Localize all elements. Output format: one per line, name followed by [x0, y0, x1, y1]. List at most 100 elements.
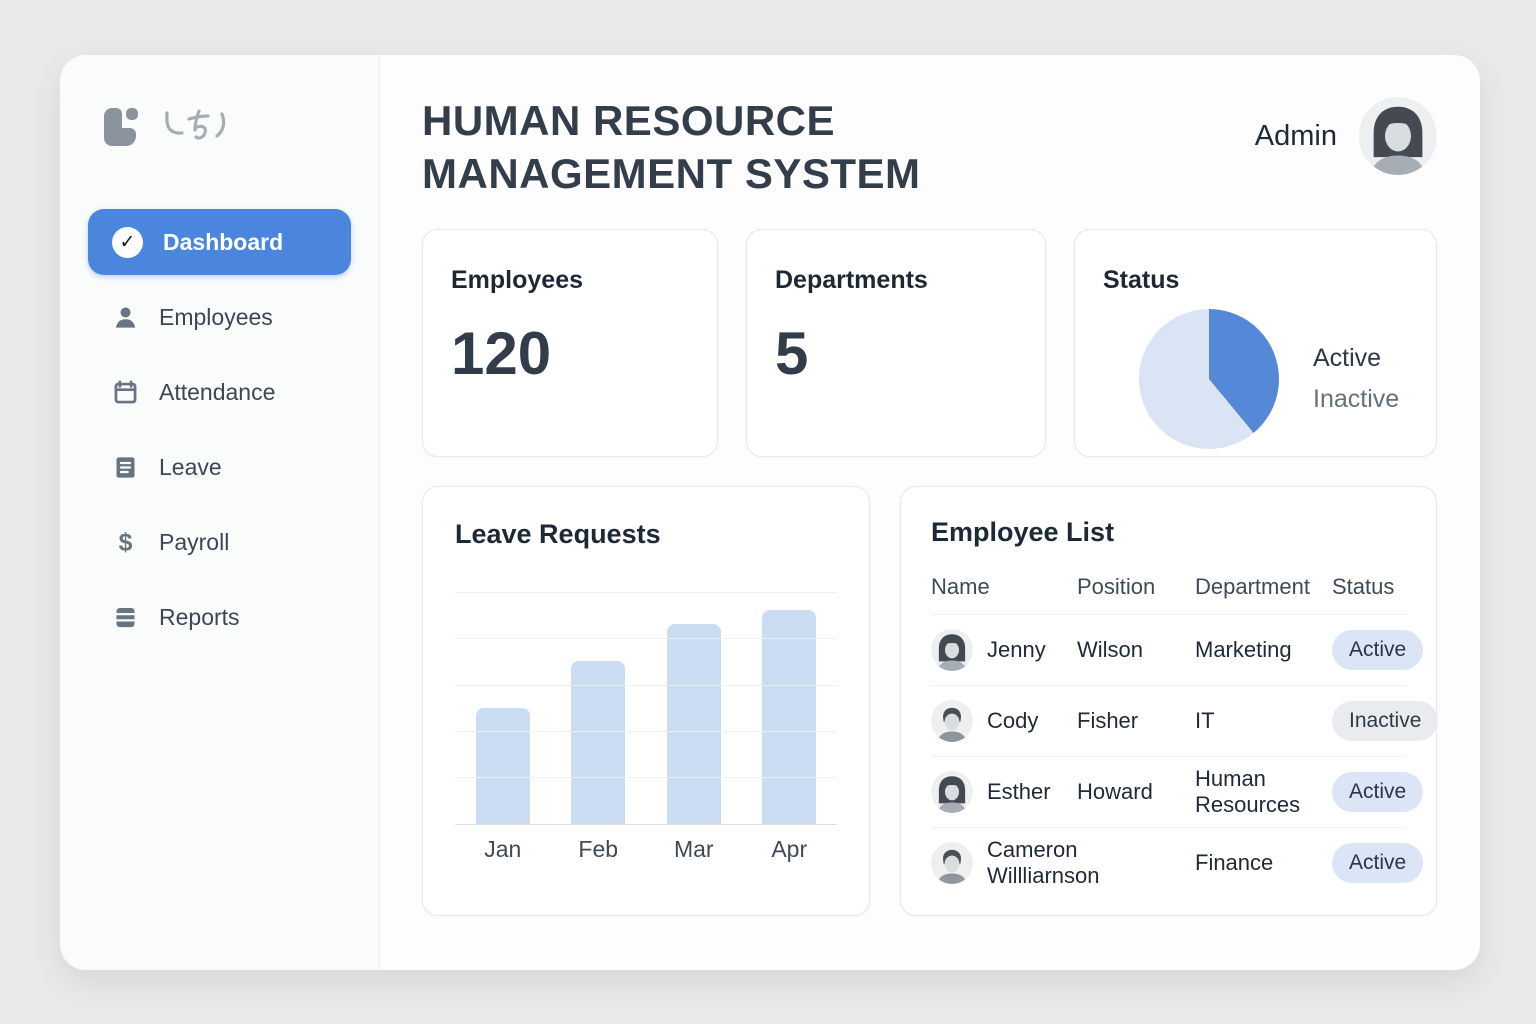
employee-department: Finance	[1195, 850, 1274, 876]
stats-row: Employees 120 Departments 5 Status Activ…	[422, 228, 1437, 457]
stat-value: 120	[451, 319, 552, 387]
sidebar-item-reports[interactable]: Reports	[88, 584, 351, 650]
document-list-icon	[112, 454, 139, 481]
sidebar-item-label: Dashboard	[163, 228, 284, 255]
sidebar-item-label: Payroll	[159, 528, 230, 555]
bar-cell	[742, 592, 838, 824]
table-body: Jenny Wilson Marketing Active Cody Fisher IT I…	[931, 615, 1439, 899]
leave-requests-card: Leave Requests Jan Feb Mar Apr	[422, 485, 870, 916]
gridline	[455, 777, 837, 779]
employees-stat-card: Employees 120	[422, 228, 718, 457]
employee-department: Human Resources	[1195, 765, 1301, 817]
woman-avatar	[931, 628, 973, 671]
bar-feb	[571, 661, 626, 824]
sidebar-item-label: Employees	[159, 303, 273, 330]
bar-cell	[646, 592, 742, 824]
x-tick-label: Mar	[673, 835, 714, 862]
gridline	[455, 823, 837, 825]
person-icon	[112, 304, 139, 331]
sidebar-nav: ✓ Dashboard Employees Attendance Leave $…	[88, 209, 351, 650]
bar-chart	[455, 591, 837, 825]
sidebar: ✓ Dashboard Employees Attendance Leave $…	[60, 55, 380, 970]
employee-department: Marketing	[1195, 636, 1292, 662]
bar-jan	[475, 707, 530, 824]
legend-item-inactive: Inactive	[1313, 384, 1400, 413]
bar-series	[455, 592, 837, 824]
calendar-icon	[112, 379, 139, 406]
bottom-row: Leave Requests Jan Feb Mar Apr Employee Lis…	[422, 485, 1439, 916]
gridline	[455, 684, 837, 686]
status-badge: Active	[1332, 771, 1424, 812]
bar-cell	[455, 592, 551, 824]
main-header: HUMAN RESOURCE MANAGEMENT SYSTEM Admin	[422, 95, 1437, 201]
man-avatar	[931, 699, 973, 742]
sidebar-item-dashboard[interactable]: ✓ Dashboard	[88, 209, 351, 275]
departments-stat-card: Departments 5	[746, 228, 1046, 457]
bar-chart-x-labels: Jan Feb Mar Apr	[455, 836, 837, 863]
x-tick-label: Feb	[578, 835, 619, 862]
pie-legend: Active Inactive	[1313, 344, 1399, 414]
x-tick-label: Apr	[771, 835, 808, 862]
column-header-position: Position	[1077, 573, 1156, 599]
leave-requests-title: Leave Requests	[455, 518, 661, 549]
svg-text:$: $	[119, 529, 133, 556]
sidebar-item-label: Reports	[159, 603, 240, 630]
legend-item-active: Active	[1313, 343, 1382, 372]
table-row[interactable]: Cameron Willliarnson Finance Active	[931, 828, 1424, 899]
sidebar-item-label: Leave	[159, 453, 222, 480]
logo	[98, 103, 351, 149]
column-header-name: Name	[931, 573, 990, 599]
logo-wordmark-icon	[158, 106, 238, 146]
sidebar-item-label: Attendance	[159, 378, 276, 405]
employee-position: Fisher	[1077, 707, 1139, 733]
user-name-label: Admin	[1254, 119, 1337, 152]
bar-cell	[551, 592, 647, 824]
employee-department: IT	[1195, 707, 1215, 733]
page-title: HUMAN RESOURCE MANAGEMENT SYSTEM	[422, 95, 921, 201]
page-title-line2: MANAGEMENT SYSTEM	[422, 149, 921, 197]
status-card: Status Active Inactive	[1074, 228, 1437, 457]
sidebar-item-attendance[interactable]: Attendance	[88, 359, 351, 425]
woman-avatar	[931, 770, 973, 813]
stat-label: Departments	[775, 265, 928, 294]
main-content: HUMAN RESOURCE MANAGEMENT SYSTEM Admin E…	[380, 55, 1480, 970]
employee-first-name: Cameron Willliarnson	[987, 837, 1100, 889]
gridline	[455, 731, 837, 732]
app-window: ✓ Dashboard Employees Attendance Leave $…	[60, 55, 1480, 970]
column-header-status: Status	[1332, 573, 1395, 599]
stat-label: Employees	[451, 265, 584, 294]
sidebar-item-employees[interactable]: Employees	[88, 284, 351, 350]
page-title-line1: HUMAN RESOURCE	[422, 97, 836, 144]
logo-block-icon	[98, 104, 142, 148]
employee-position: Howard	[1077, 778, 1153, 804]
bar-mar	[666, 624, 721, 824]
employee-list-title: Employee List	[931, 516, 1115, 547]
table-header: Name Position Department Status	[931, 574, 1406, 615]
check-circle-icon: ✓	[112, 226, 143, 258]
status-card-title: Status	[1103, 265, 1180, 294]
user-menu: Admin	[1255, 97, 1437, 175]
status-badge: Active	[1332, 843, 1424, 884]
column-header-department: Department	[1195, 573, 1310, 599]
status-badge: Inactive	[1332, 700, 1439, 741]
employee-list-card: Employee List Name Position Department S…	[900, 485, 1439, 916]
table-row[interactable]: Jenny Wilson Marketing Active	[931, 615, 1424, 686]
status-badge: Active	[1332, 629, 1424, 670]
sidebar-item-payroll[interactable]: $ Payroll	[88, 509, 351, 575]
table-row[interactable]: Cody Fisher IT Inactive	[931, 686, 1439, 757]
gridline	[455, 638, 837, 640]
dollar-icon: $	[112, 529, 139, 556]
status-pie-chart: Active Inactive	[1103, 308, 1408, 449]
sidebar-item-leave[interactable]: Leave	[88, 434, 351, 500]
pie-chart	[1139, 308, 1279, 449]
man-avatar	[931, 842, 973, 885]
x-tick-label: Jan	[484, 835, 522, 862]
employee-first-name: Esther	[987, 778, 1051, 804]
bar-apr	[762, 610, 817, 824]
table-row[interactable]: Esther Howard Human Resources Active	[931, 757, 1424, 828]
employee-first-name: Cody	[987, 707, 1039, 733]
employee-position: Wilson	[1077, 636, 1144, 662]
employee-first-name: Jenny	[987, 636, 1046, 662]
gridline	[455, 591, 837, 593]
woman-avatar[interactable]	[1359, 97, 1437, 175]
